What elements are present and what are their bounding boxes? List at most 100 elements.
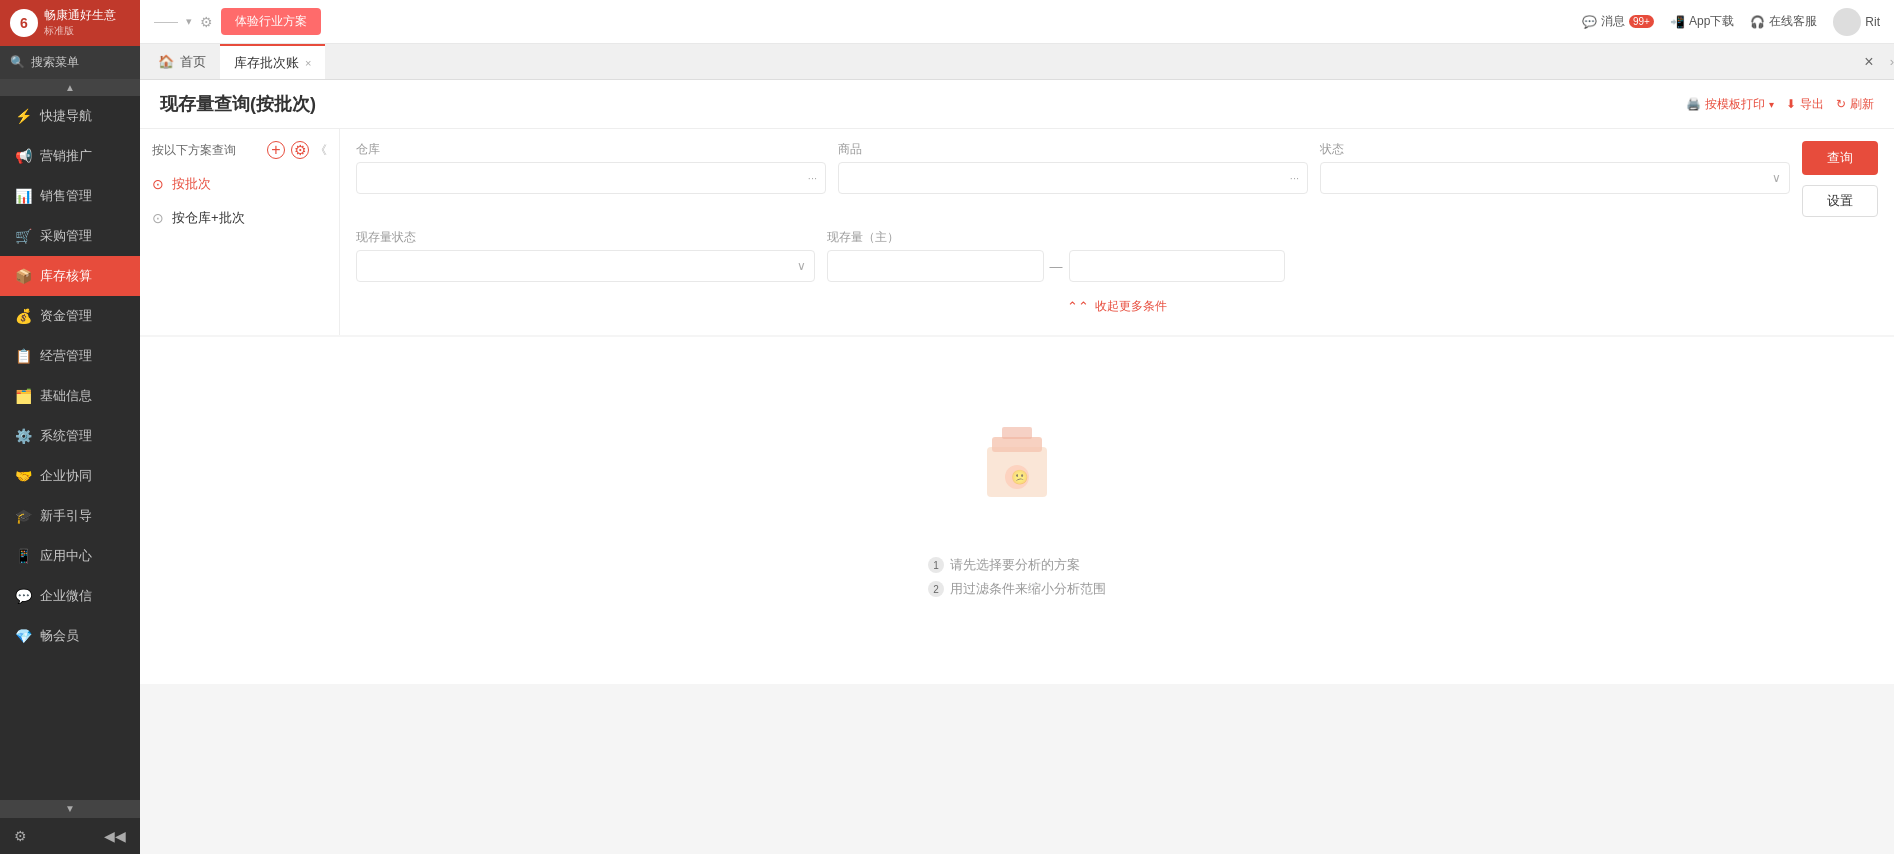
tab-inventory-batch[interactable]: 库存批次账 ×: [220, 44, 325, 79]
newbie-icon: 🎓: [14, 508, 32, 524]
settings-button[interactable]: 设置: [1802, 185, 1878, 217]
scheme-settings-icon[interactable]: ⚙: [291, 141, 309, 159]
print-icon: 🖨️: [1686, 97, 1701, 111]
sidebar-item-quick-nav[interactable]: ⚡ 快捷导航: [0, 96, 140, 136]
sidebar-item-newbie[interactable]: 🎓 新手引导: [0, 496, 140, 536]
sidebar-item-wechat[interactable]: 💬 企业微信: [0, 576, 140, 616]
sidebar-item-basics[interactable]: 🗂️ 基础信息: [0, 376, 140, 416]
sidebar-item-purchase[interactable]: 🛒 采购管理: [0, 216, 140, 256]
tab-scroll-right-icon[interactable]: ›: [1890, 54, 1894, 69]
refresh-btn[interactable]: ↻ 刷新: [1836, 96, 1874, 113]
sidebar-item-enterprise[interactable]: 🤝 企业协同: [0, 456, 140, 496]
stock-status-field: 现存量状态 ∨: [356, 229, 815, 282]
tip-1-num: 1: [928, 557, 944, 573]
inventory-icon: 📦: [14, 268, 32, 284]
warehouse-more-icon[interactable]: ···: [808, 172, 817, 184]
topbar-right: 💬 消息 99+ 📲 App下载 🎧 在线客服 Rit: [1582, 8, 1880, 36]
filter-option-by-batch[interactable]: ⊙ 按批次: [140, 167, 339, 201]
sidebar-item-label: 基础信息: [40, 387, 92, 405]
filter-sidebar: 按以下方案查询 + ⚙ 《 ⊙ 按批次 ⊙ 按仓库+批次: [140, 129, 340, 335]
messages-badge: 99+: [1629, 15, 1654, 28]
sidebar-item-label: 畅会员: [40, 627, 79, 645]
try-industry-btn[interactable]: 体验行业方案: [221, 8, 321, 35]
topbar-gear-icon[interactable]: ⚙: [200, 14, 213, 30]
filter-collapse-icon[interactable]: 《: [315, 142, 327, 159]
sidebar-item-label: 资金管理: [40, 307, 92, 325]
app-download-label: App下载: [1689, 13, 1734, 30]
sidebar-item-label: 采购管理: [40, 227, 92, 245]
filter-sidebar-title-text: 按以下方案查询: [152, 142, 236, 159]
topbar-dropdown-icon[interactable]: ▾: [186, 15, 192, 28]
user-profile[interactable]: Rit: [1833, 8, 1880, 36]
collapse-up-icon: ⌃⌃: [1067, 299, 1089, 314]
empty-tip-2: 2 用过滤条件来缩小分析范围: [928, 580, 1106, 598]
status-select[interactable]: ∨: [1320, 162, 1790, 194]
app-logo: 6: [10, 9, 38, 37]
filter-action-btns: 查询 设置: [1802, 141, 1878, 217]
filter-option-by-warehouse-batch[interactable]: ⊙ 按仓库+批次: [140, 201, 339, 235]
messages-action[interactable]: 💬 消息 99+: [1582, 13, 1654, 30]
empty-tips-list: 1 请先选择要分析的方案 2 用过滤条件来缩小分析范围: [928, 556, 1106, 604]
empty-tip-1: 1 请先选择要分析的方案: [928, 556, 1106, 574]
topbar-breadcrumb: ——: [154, 15, 178, 29]
scroll-up-arrow[interactable]: ▲: [0, 79, 140, 96]
vip-icon: 💎: [14, 628, 32, 644]
product-input[interactable]: ···: [838, 162, 1308, 194]
svg-rect-1: [992, 437, 1042, 452]
quick-nav-icon: ⚡: [14, 108, 32, 124]
export-btn[interactable]: ⬇ 导出: [1786, 96, 1824, 113]
sidebar-item-finance[interactable]: 💰 资金管理: [0, 296, 140, 336]
tip-2-num: 2: [928, 581, 944, 597]
sidebar-search[interactable]: 🔍 搜索菜单: [0, 46, 140, 79]
sidebar-item-vip[interactable]: 💎 畅会员: [0, 616, 140, 656]
sidebar-header[interactable]: 6 畅康通好生意 标准版: [0, 0, 140, 46]
export-icon: ⬇: [1786, 97, 1796, 111]
sidebar-item-label: 库存核算: [40, 267, 92, 285]
filter-panel: 按以下方案查询 + ⚙ 《 ⊙ 按批次 ⊙ 按仓库+批次: [140, 129, 1894, 335]
refresh-label: 刷新: [1850, 96, 1874, 113]
stock-status-select[interactable]: ∨: [356, 250, 815, 282]
warehouse-input[interactable]: ···: [356, 162, 826, 194]
tabbar: 🏠 首页 库存批次账 × × ›: [140, 44, 1894, 80]
page-title: 现存量查询(按批次): [160, 92, 316, 116]
warehouse-field: 仓库 ···: [356, 141, 826, 194]
messages-label: 消息: [1601, 13, 1625, 30]
stock-status-label: 现存量状态: [356, 229, 815, 246]
tab-close-icon[interactable]: ×: [305, 57, 311, 69]
empty-state-icon: 😕: [967, 417, 1067, 536]
stock-qty-min-input[interactable]: [827, 250, 1044, 282]
download-icon: 📲: [1670, 15, 1685, 29]
sidebar: 6 畅康通好生意 标准版 🔍 搜索菜单 ▲ ⚡ 快捷导航 📢 营销推广 📊 销售…: [0, 0, 140, 854]
sidebar-item-sales[interactable]: 📊 销售管理: [0, 176, 140, 216]
batch-option-icon: ⊙: [152, 176, 164, 192]
sidebar-item-marketing[interactable]: 📢 营销推广: [0, 136, 140, 176]
print-dropdown-icon: ▾: [1769, 99, 1774, 110]
svg-rect-2: [1002, 427, 1032, 439]
stock-qty-max-input[interactable]: [1069, 250, 1286, 282]
print-btn[interactable]: 🖨️ 按模板打印 ▾: [1686, 96, 1774, 113]
sidebar-item-apps[interactable]: 📱 应用中心: [0, 536, 140, 576]
sidebar-item-inventory[interactable]: 📦 库存核算: [0, 256, 140, 296]
main-close-icon[interactable]: ×: [1852, 53, 1885, 71]
sidebar-item-label: 系统管理: [40, 427, 92, 445]
sidebar-item-system[interactable]: ⚙️ 系统管理: [0, 416, 140, 456]
product-more-icon[interactable]: ···: [1290, 172, 1299, 184]
user-avatar: [1833, 8, 1861, 36]
sidebar-item-label: 营销推广: [40, 147, 92, 165]
sidebar-item-label: 企业协同: [40, 467, 92, 485]
settings-footer-icon[interactable]: ⚙: [14, 828, 27, 844]
tab-home[interactable]: 🏠 首页: [144, 44, 220, 79]
online-service-action[interactable]: 🎧 在线客服: [1750, 13, 1817, 30]
collapse-more-btn[interactable]: 收起更多条件: [1095, 298, 1167, 315]
sidebar-item-operations[interactable]: 📋 经营管理: [0, 336, 140, 376]
filter-sidebar-title: 按以下方案查询 + ⚙ 《: [140, 141, 339, 167]
collapse-sidebar-icon[interactable]: ◀◀: [104, 828, 126, 844]
apps-icon: 📱: [14, 548, 32, 564]
scroll-down-arrow[interactable]: ▼: [0, 800, 140, 817]
empty-svg: 😕: [967, 417, 1067, 517]
app-download-action[interactable]: 📲 App下载: [1670, 13, 1734, 30]
search-icon: 🔍: [10, 55, 25, 69]
system-icon: ⚙️: [14, 428, 32, 444]
query-button[interactable]: 查询: [1802, 141, 1878, 175]
add-scheme-btn[interactable]: +: [267, 141, 285, 159]
